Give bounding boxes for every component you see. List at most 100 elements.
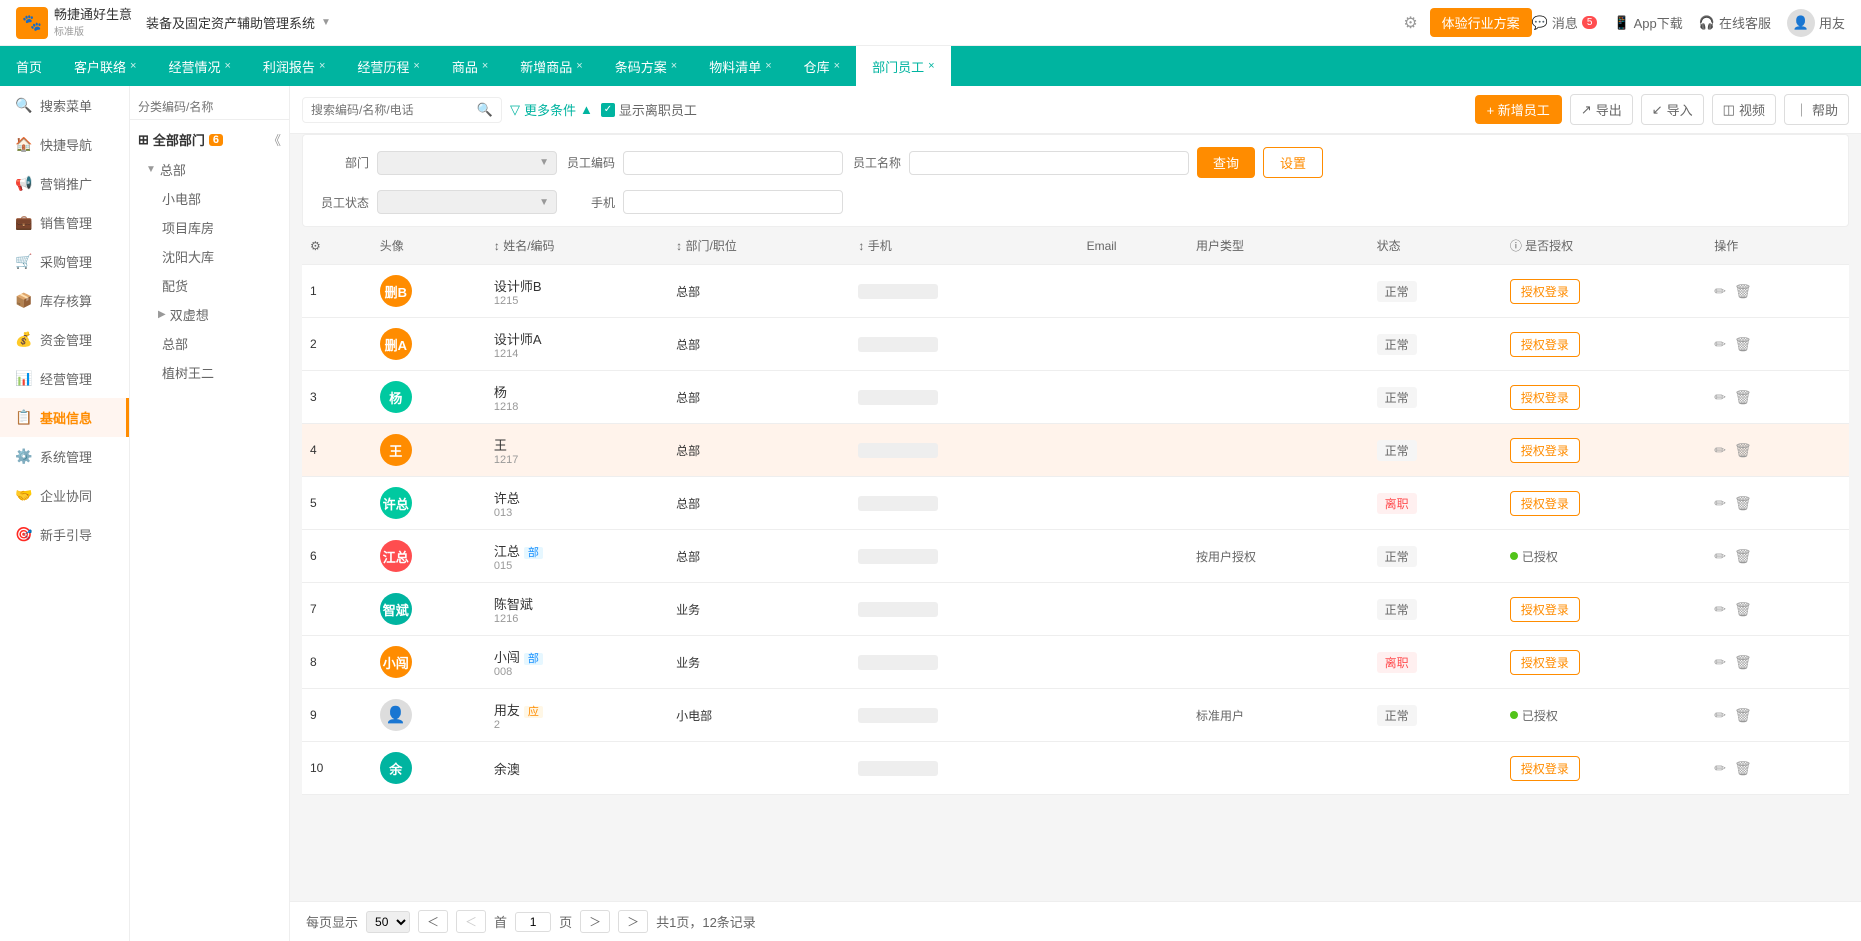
edit-icon[interactable]: ✏ — [1714, 336, 1726, 353]
nav-close-经营历程[interactable]: × — [413, 60, 419, 72]
message-btn[interactable]: 💬 消息 5 — [1532, 13, 1598, 32]
prev-page-btn[interactable]: ＜ — [456, 910, 486, 933]
delete-icon[interactable]: 🗑 — [1734, 707, 1752, 724]
nav-item-利润报告[interactable]: 利润报告 × — [247, 46, 341, 86]
sidebar-item-库存核算[interactable]: 📦库存核算 — [0, 281, 129, 320]
nav-close-商品[interactable]: × — [482, 60, 488, 72]
set-btn[interactable]: 设置 — [1263, 147, 1323, 178]
delete-icon[interactable]: 🗑 — [1734, 654, 1752, 671]
dept-node-双虚想[interactable]: ▶ 双虚想 — [130, 300, 289, 329]
sidebar-item-基础信息[interactable]: 📋基础信息 — [0, 398, 129, 437]
dept-node-项目库房[interactable]: 项目库房 — [130, 213, 289, 242]
th-name[interactable]: ↕ 姓名/编码 — [486, 227, 668, 265]
dept-node-总部[interactable]: 总部 — [130, 329, 289, 358]
query-btn[interactable]: 查询 — [1197, 147, 1255, 178]
add-employee-btn[interactable]: + 新增员工 — [1475, 95, 1562, 124]
nav-close-客户联络[interactable]: × — [130, 60, 136, 72]
dept-node-沈阳大库[interactable]: 沈阳大库 — [130, 242, 289, 271]
delete-icon[interactable]: 🗑 — [1734, 389, 1752, 406]
nav-close-条码方案[interactable]: × — [671, 60, 677, 72]
import-btn[interactable]: ↙ 导入 — [1641, 94, 1704, 125]
auth-btn[interactable]: 授权登录 — [1510, 756, 1580, 781]
delete-icon[interactable]: 🗑 — [1734, 495, 1752, 512]
emp-name-input[interactable] — [909, 151, 1189, 175]
nav-close-部门员工[interactable]: × — [928, 60, 934, 72]
dept-all-label[interactable]: ⊞ 全部部门 6 — [138, 130, 223, 149]
sidebar-item-企业协同[interactable]: 🤝企业协同 — [0, 476, 129, 515]
nav-item-新增商品[interactable]: 新增商品 × — [504, 46, 598, 86]
dept-select[interactable] — [377, 151, 557, 175]
sidebar-item-资金管理[interactable]: 💰资金管理 — [0, 320, 129, 359]
user-area[interactable]: 👤 用友 — [1787, 9, 1845, 37]
search-icon[interactable]: 🔍 — [477, 102, 493, 118]
per-page-select[interactable]: 50 — [366, 911, 410, 933]
edit-icon[interactable]: ✏ — [1714, 760, 1726, 777]
nav-item-客户联络[interactable]: 客户联络 × — [58, 46, 152, 86]
nav-item-仓库[interactable]: 仓库 × — [788, 46, 856, 86]
next-page-btn[interactable]: ＞ — [580, 910, 610, 933]
sidebar-item-系统管理[interactable]: ⚙️系统管理 — [0, 437, 129, 476]
auth-btn[interactable]: 授权登录 — [1510, 438, 1580, 463]
sidebar-item-新手引导[interactable]: 🎯新手引导 — [0, 515, 129, 554]
app-download-btn[interactable]: 📱 App下载 — [1613, 13, 1682, 32]
nav-item-物料清单[interactable]: 物料清单 × — [693, 46, 787, 86]
search-input[interactable] — [311, 103, 473, 117]
more-filter-btn[interactable]: ▽ 更多条件 ▲ — [510, 100, 593, 119]
delete-icon[interactable]: 🗑 — [1734, 283, 1752, 300]
status-select[interactable] — [377, 190, 557, 214]
sidebar-item-搜索菜单[interactable]: 🔍搜索菜单 — [0, 86, 129, 125]
dept-node-总部[interactable]: ▼ 总部 — [130, 155, 289, 184]
emp-code-input[interactable] — [623, 151, 843, 175]
delete-icon[interactable]: 🗑 — [1734, 548, 1752, 565]
nav-close-新增商品[interactable]: × — [576, 60, 582, 72]
online-service-btn[interactable]: 🎧 在线客服 — [1699, 13, 1771, 32]
settings-icon[interactable]: ⚙ — [1403, 13, 1417, 33]
delete-icon[interactable]: 🗑 — [1734, 442, 1752, 459]
auth-btn[interactable]: 授权登录 — [1510, 332, 1580, 357]
edit-icon[interactable]: ✏ — [1714, 283, 1726, 300]
nav-item-条码方案[interactable]: 条码方案 × — [599, 46, 693, 86]
auth-btn[interactable]: 授权登录 — [1510, 597, 1580, 622]
nav-item-首页[interactable]: 首页 — [0, 46, 58, 86]
th-settings[interactable]: ⚙ — [302, 227, 372, 265]
edit-icon[interactable]: ✏ — [1714, 495, 1726, 512]
edit-icon[interactable]: ✏ — [1714, 442, 1726, 459]
phone-input[interactable] — [623, 190, 843, 214]
nav-item-部门员工[interactable]: 部门员工 × — [856, 46, 950, 86]
dept-node-小电部[interactable]: 小电部 — [130, 184, 289, 213]
dept-node-植树王二[interactable]: 植树王二 — [130, 358, 289, 387]
delete-icon[interactable]: 🗑 — [1734, 601, 1752, 618]
nav-close-物料清单[interactable]: × — [765, 60, 771, 72]
edit-icon[interactable]: ✏ — [1714, 389, 1726, 406]
edit-icon[interactable]: ✏ — [1714, 548, 1726, 565]
nav-item-经营历程[interactable]: 经营历程 × — [341, 46, 435, 86]
sidebar-item-采购管理[interactable]: 🛒采购管理 — [0, 242, 129, 281]
edit-icon[interactable]: ✏ — [1714, 707, 1726, 724]
auth-btn[interactable]: 授权登录 — [1510, 491, 1580, 516]
dept-search-input[interactable] — [138, 100, 290, 114]
th-dept[interactable]: ↕ 部门/职位 — [668, 227, 850, 265]
export-btn[interactable]: ↗ 导出 — [1570, 94, 1633, 125]
first-page-btn[interactable]: ＜ — [418, 910, 448, 933]
page-input[interactable] — [515, 912, 551, 932]
dept-collapse-icon[interactable]: 《 — [268, 130, 281, 149]
trial-btn[interactable]: 体验行业方案 — [1430, 8, 1532, 37]
system-title-arrow[interactable]: ▼ — [321, 17, 331, 28]
sidebar-item-快捷导航[interactable]: 🏠快捷导航 — [0, 125, 129, 164]
auth-btn[interactable]: 授权登录 — [1510, 279, 1580, 304]
nav-close-经营情况[interactable]: × — [224, 60, 230, 72]
edit-icon[interactable]: ✏ — [1714, 601, 1726, 618]
sidebar-item-经营管理[interactable]: 📊经营管理 — [0, 359, 129, 398]
show-resigned-toggle[interactable]: ✓ 显示离职员工 — [601, 100, 697, 119]
th-phone[interactable]: ↕ 手机 — [850, 227, 1078, 265]
auth-btn[interactable]: 授权登录 — [1510, 385, 1580, 410]
views-btn[interactable]: ◫ 视频 — [1712, 94, 1776, 125]
help-btn[interactable]: ｜ 帮助 — [1784, 94, 1849, 125]
show-resigned-checkbox[interactable]: ✓ — [601, 103, 615, 117]
dept-node-配货[interactable]: 配货 — [130, 271, 289, 300]
last-page-btn[interactable]: ＞ — [618, 910, 648, 933]
nav-close-利润报告[interactable]: × — [319, 60, 325, 72]
auth-btn[interactable]: 授权登录 — [1510, 650, 1580, 675]
nav-item-商品[interactable]: 商品 × — [436, 46, 504, 86]
nav-close-仓库[interactable]: × — [834, 60, 840, 72]
